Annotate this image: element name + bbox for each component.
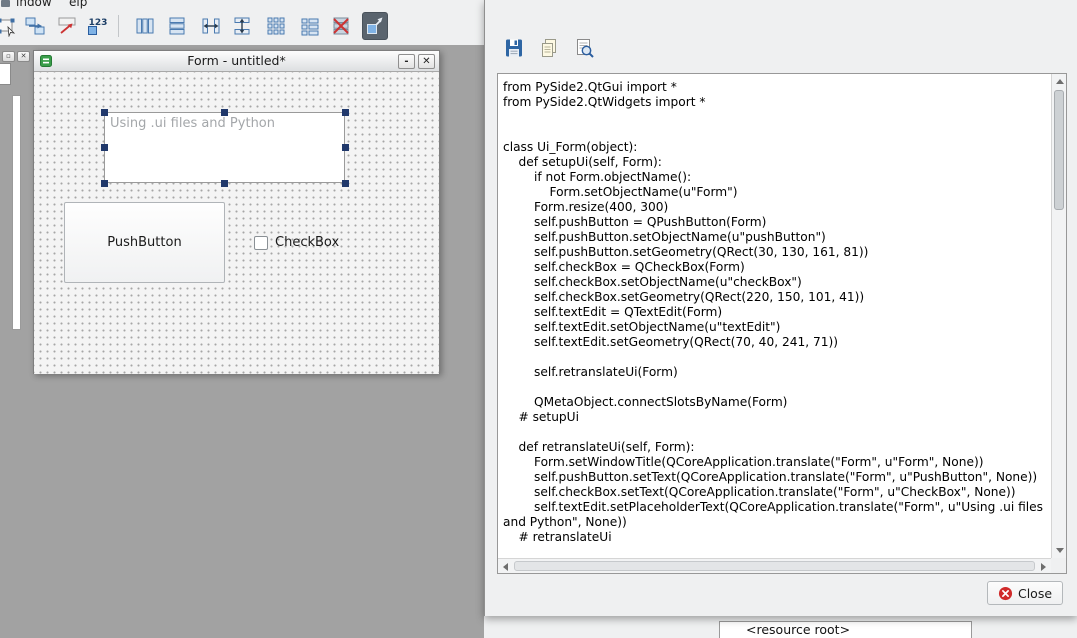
selection-handle[interactable] bbox=[342, 180, 349, 187]
main-toolbar: 123 bbox=[0, 9, 484, 45]
tab-order-label: 123 bbox=[89, 18, 108, 28]
pushbutton-label: PushButton bbox=[107, 235, 181, 250]
form-icon bbox=[40, 55, 52, 67]
checkbox-indicator[interactable] bbox=[254, 236, 268, 250]
scroll-up-button[interactable] bbox=[1052, 74, 1067, 89]
mdi-area: ▫ ✕ Form - untitled* - ✕ Using .ui files… bbox=[0, 45, 484, 638]
resource-browser-strip: <resource root> bbox=[484, 616, 1077, 638]
close-icon bbox=[998, 586, 1013, 601]
layout-horizontal-splitter-icon bbox=[200, 15, 222, 37]
vertical-scrollbar-thumb[interactable] bbox=[1054, 90, 1064, 210]
pushbutton-widget[interactable]: PushButton bbox=[64, 202, 225, 283]
layout-form-button[interactable] bbox=[297, 12, 323, 40]
resource-root-item[interactable]: <resource root> bbox=[720, 622, 971, 638]
layout-grid-icon bbox=[265, 15, 287, 37]
layout-vertical-icon bbox=[166, 15, 188, 37]
form-window-title: Form - untitled* bbox=[34, 51, 439, 71]
edit-tab-order-icon: 123 bbox=[86, 15, 108, 37]
checkbox-widget[interactable]: CheckBox bbox=[254, 222, 355, 263]
edit-buddies-button[interactable] bbox=[54, 12, 80, 40]
checkbox-label: CheckBox bbox=[275, 235, 339, 250]
toolbar-separator bbox=[118, 15, 119, 37]
arrow-up-icon bbox=[1056, 79, 1064, 84]
scroll-down-button[interactable] bbox=[1052, 543, 1067, 558]
close-button-label: Close bbox=[1018, 586, 1052, 601]
dock-close-button[interactable]: ✕ bbox=[17, 51, 30, 62]
adjust-size-icon bbox=[364, 15, 386, 37]
break-layout-icon bbox=[330, 15, 352, 37]
form-window: Form - untitled* - ✕ Using .ui files and… bbox=[33, 50, 440, 374]
edit-signals-slots-icon bbox=[24, 15, 46, 37]
layout-horizontal-button[interactable] bbox=[132, 12, 158, 40]
edit-signals-slots-button[interactable] bbox=[22, 12, 48, 40]
copy-button[interactable] bbox=[536, 34, 562, 62]
close-button[interactable]: Close bbox=[987, 581, 1063, 605]
arrow-left-icon bbox=[503, 563, 508, 571]
edit-tab-order-button[interactable]: 123 bbox=[84, 12, 110, 40]
save-button[interactable] bbox=[501, 34, 527, 62]
selection-handle[interactable] bbox=[101, 180, 108, 187]
layout-form-icon bbox=[299, 15, 321, 37]
textedit-placeholder: Using .ui files and Python bbox=[105, 113, 344, 134]
edit-widgets-icon bbox=[0, 15, 17, 37]
scroll-left-button[interactable] bbox=[498, 559, 513, 574]
menubar-icon[interactable] bbox=[1, 0, 10, 7]
break-layout-button[interactable] bbox=[328, 12, 354, 40]
scroll-right-button[interactable] bbox=[1036, 559, 1051, 574]
form-canvas[interactable]: Using .ui files and Python PushButton Ch… bbox=[34, 72, 439, 374]
arrow-right-icon bbox=[1041, 563, 1046, 571]
layout-horizontal-icon bbox=[134, 15, 156, 37]
print-preview-icon bbox=[573, 37, 595, 59]
dock-float-button[interactable]: ▫ bbox=[2, 51, 15, 62]
horizontal-scrollbar bbox=[498, 558, 1051, 573]
qt-designer-screen: indow elp bbox=[0, 0, 1077, 638]
horizontal-scrollbar-thumb[interactable] bbox=[514, 561, 1035, 571]
code-preview-dialog: from PySide2.QtGui import * from PySide2… bbox=[484, 0, 1077, 616]
copy-icon bbox=[538, 37, 560, 59]
widgetbox-filter-input[interactable] bbox=[0, 63, 11, 85]
selection-handle[interactable] bbox=[221, 109, 228, 116]
generated-code-text[interactable]: from PySide2.QtGui import * from PySide2… bbox=[503, 80, 1048, 555]
close-window-button[interactable]: ✕ bbox=[418, 54, 435, 69]
selection-handle[interactable] bbox=[101, 144, 108, 151]
save-icon bbox=[503, 37, 525, 59]
edit-buddies-icon bbox=[56, 15, 78, 37]
layout-vertical-splitter-icon bbox=[231, 15, 253, 37]
widgetbox-scrollbar[interactable] bbox=[12, 95, 21, 330]
textedit-widget[interactable]: Using .ui files and Python bbox=[104, 112, 345, 183]
selection-handle[interactable] bbox=[101, 109, 108, 116]
adjust-size-button[interactable] bbox=[362, 12, 388, 40]
code-view: from PySide2.QtGui import * from PySide2… bbox=[497, 73, 1067, 574]
minimize-button[interactable]: - bbox=[398, 54, 415, 69]
resource-tree: <resource root> bbox=[719, 621, 972, 638]
layout-horizontal-splitter-button[interactable] bbox=[198, 12, 224, 40]
arrow-down-icon bbox=[1056, 548, 1064, 553]
layout-vertical-splitter-button[interactable] bbox=[229, 12, 255, 40]
menu-window[interactable]: indow bbox=[16, 0, 52, 9]
selection-handle[interactable] bbox=[342, 109, 349, 116]
layout-grid-button[interactable] bbox=[263, 12, 289, 40]
menu-help[interactable]: elp bbox=[69, 0, 87, 9]
selection-handle[interactable] bbox=[342, 144, 349, 151]
form-titlebar[interactable]: Form - untitled* - ✕ bbox=[34, 51, 439, 72]
vertical-scrollbar bbox=[1051, 74, 1066, 558]
dialog-toolbar bbox=[501, 34, 597, 62]
scrollbar-corner bbox=[1051, 558, 1066, 573]
print-preview-button[interactable] bbox=[571, 34, 597, 62]
edit-widgets-button[interactable] bbox=[0, 12, 19, 40]
menubar: indow elp bbox=[0, 0, 484, 9]
selection-handle[interactable] bbox=[221, 180, 228, 187]
layout-vertical-button[interactable] bbox=[164, 12, 190, 40]
